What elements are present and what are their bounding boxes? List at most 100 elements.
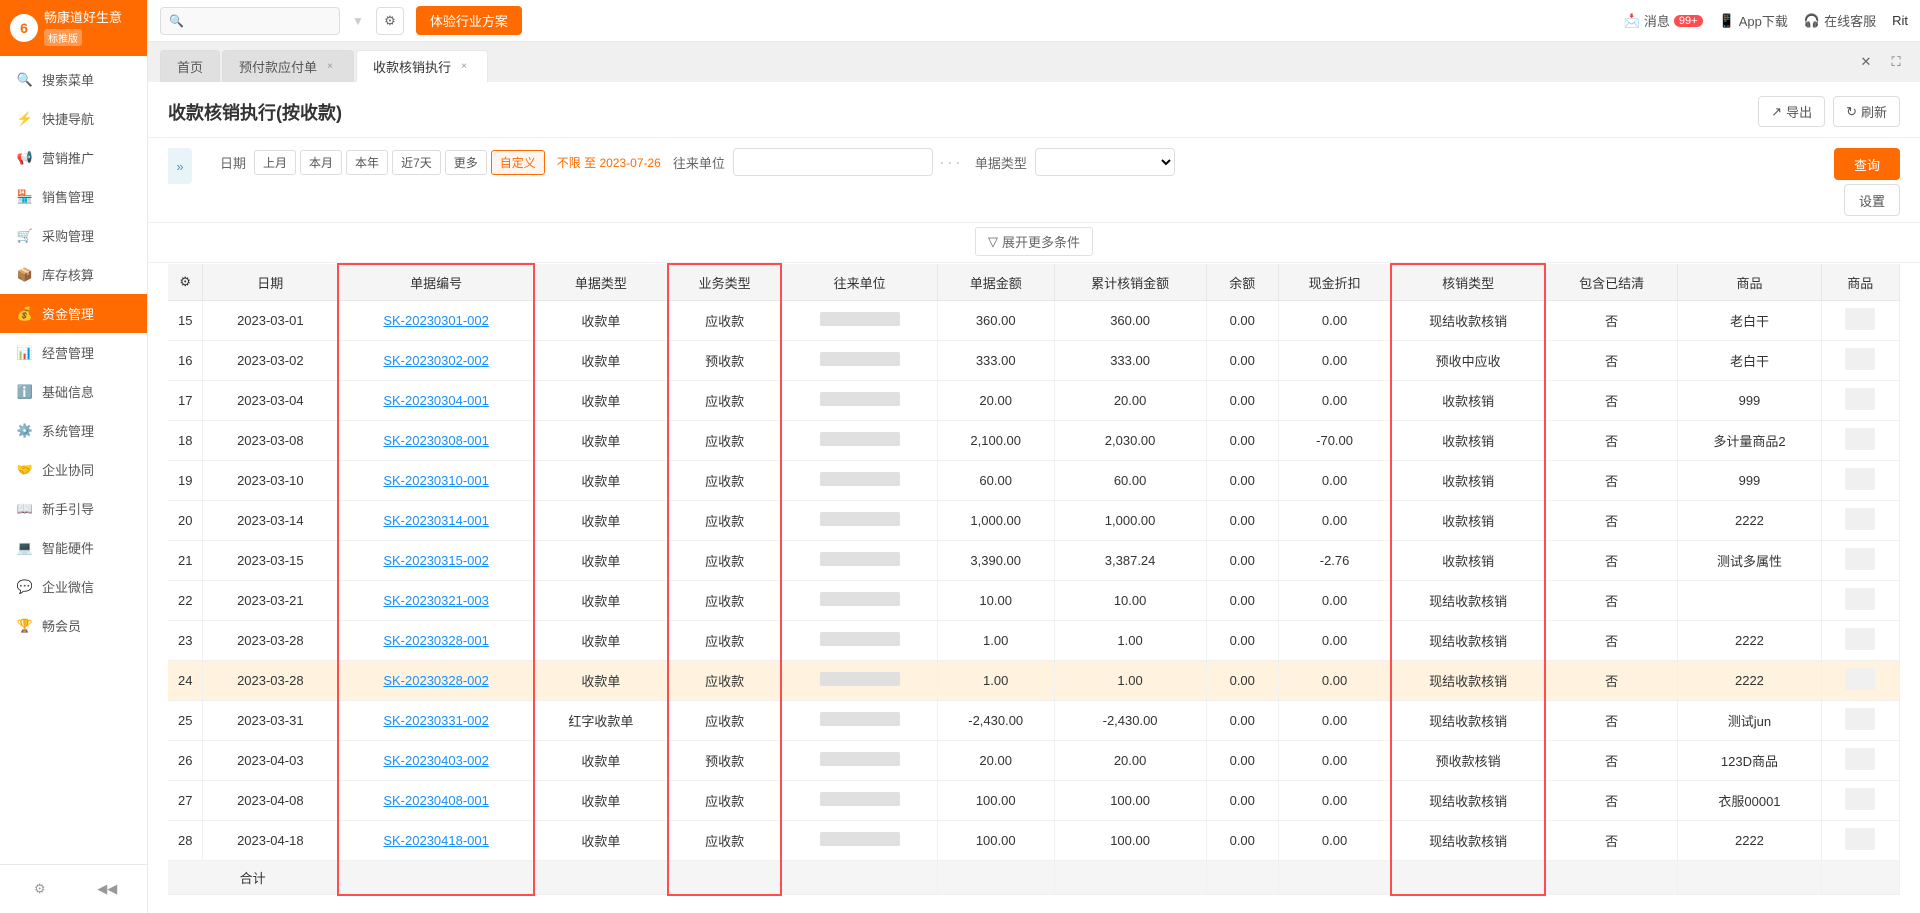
sidebar-item-wechat[interactable]: 💬 企业微信 [0,567,147,606]
sidebar-item-quick-nav[interactable]: ⚡ 快捷导航 [0,99,147,138]
cell-voucher-type: 收款单 [534,781,668,821]
cell-balance: 0.00 [1206,381,1278,421]
cell-included: 否 [1545,461,1678,501]
voucher-no-link[interactable]: SK-20230321-003 [383,593,489,608]
sidebar-item-inventory[interactable]: 📦 库存核算 [0,255,147,294]
cell-voucher-no: SK-20230310-001 [338,461,534,501]
tab-verify-close[interactable]: × [457,60,471,74]
voucher-no-link[interactable]: SK-20230314-001 [383,513,489,528]
cell-product1: 2222 [1678,821,1821,861]
tab-prepay[interactable]: 预付款应付单 × [222,50,354,82]
sidebar-item-marketing-label: 营销推广 [42,148,94,167]
cell-date: 2023-04-08 [203,781,338,821]
sidebar-item-hardware[interactable]: 💻 智能硬件 [0,528,147,567]
filter-date-custom[interactable]: 自定义 [491,150,545,175]
export-btn[interactable]: ↗ 导出 [1758,96,1825,127]
filter-date-lastmonth[interactable]: 上月 [254,150,296,175]
th-date: 日期 [203,264,338,301]
filter-date-7days[interactable]: 近7天 [392,150,441,175]
online-service-btn[interactable]: 🎧 在线客服 [1804,11,1876,30]
voucher-no-link[interactable]: SK-20230302-002 [383,353,489,368]
cell-cumulative: 10.00 [1054,581,1206,621]
user-avatar[interactable]: Rit [1892,13,1908,28]
cell-product1: 多计量商品2 [1678,421,1821,461]
filter-settings-btn[interactable]: 设置 [1844,184,1900,216]
cell-product2 [1821,701,1899,741]
cell-amount: 100.00 [937,821,1054,861]
voucher-no-link[interactable]: SK-20230304-001 [383,393,489,408]
sidebar-settings-btn[interactable]: ⚙ [10,875,70,903]
sidebar-item-sales[interactable]: 🏪 销售管理 [0,177,147,216]
cell-cumulative: 60.00 [1054,461,1206,501]
sidebar-item-corp-collab[interactable]: 🤝 企业协同 [0,450,147,489]
messages-btn[interactable]: 📩 消息 99+ [1624,11,1703,30]
cell-cumulative: 100.00 [1054,821,1206,861]
topbar-search-box[interactable]: 🔍 [160,7,340,35]
sidebar-item-purchase[interactable]: 🛒 采购管理 [0,216,147,255]
cell-product2 [1821,661,1899,701]
sidebar-item-guide[interactable]: 📖 新手引导 [0,489,147,528]
cell-product1: 2222 [1678,661,1821,701]
voucher-no-link[interactable]: SK-20230301-002 [383,313,489,328]
filter-toggle-btn[interactable]: » [168,148,192,184]
partner-input[interactable] [733,148,933,176]
topbar-nav-dropdown[interactable]: ▼ [352,14,364,28]
date-label: 日期 [220,153,246,172]
tab-home[interactable]: 首页 [160,50,220,82]
voucher-no-link[interactable]: SK-20230328-002 [383,673,489,688]
th-settings[interactable]: ⚙ [168,264,203,301]
cell-no: 21 [168,541,203,581]
sidebar-item-system[interactable]: ⚙️ 系统管理 [0,411,147,450]
sidebar-item-finance[interactable]: 💰 资金管理 [0,294,147,333]
cell-date: 2023-03-10 [203,461,338,501]
cell-discount: 0.00 [1278,661,1391,701]
cell-verify-type: 收款核销 [1391,381,1545,421]
refresh-btn[interactable]: ↻ 刷新 [1833,96,1900,127]
industry-solution-btn[interactable]: 体验行业方案 [416,6,522,35]
query-btn[interactable]: 查询 [1834,148,1900,180]
voucher-no-link[interactable]: SK-20230403-002 [383,753,489,768]
cell-product2 [1821,421,1899,461]
voucher-no-link[interactable]: SK-20230408-001 [383,793,489,808]
th-voucher-type: 单据类型 [534,264,668,301]
sidebar-item-operations[interactable]: 📊 经营管理 [0,333,147,372]
sidebar-item-basic-info[interactable]: ℹ️ 基础信息 [0,372,147,411]
app-download-btn[interactable]: 📱 App下载 [1719,11,1788,30]
total-voucher-no [338,861,534,895]
sidebar-item-search[interactable]: 🔍 搜索菜单 [0,60,147,99]
cell-voucher-type: 收款单 [534,501,668,541]
expand-conditions-btn[interactable]: ▽ 展开更多条件 [975,227,1093,256]
filter-date-thismonth[interactable]: 本月 [300,150,342,175]
voucher-no-link[interactable]: SK-20230308-001 [383,433,489,448]
cell-voucher-type: 收款单 [534,821,668,861]
voucher-no-link[interactable]: SK-20230331-002 [383,713,489,728]
table-row: 19 2023-03-10 SK-20230310-001 收款单 应收款 60… [168,461,1900,501]
close-tab-btn[interactable]: ✕ [1854,50,1878,74]
total-biz-type [668,861,782,895]
cell-cumulative: 3,387.24 [1054,541,1206,581]
voucher-no-link[interactable]: SK-20230310-001 [383,473,489,488]
maximize-tab-btn[interactable]: ⛶ [1884,50,1908,74]
topbar-gear-btn[interactable]: ⚙ [376,7,404,35]
tab-verify[interactable]: 收款核销执行 × [356,50,488,82]
table-container[interactable]: ⚙ 日期 单据编号 单据类型 业务类型 往来单位 单据金额 累计核销金额 余额 … [148,263,1920,913]
topbar-search-input[interactable] [188,14,331,28]
app-badge: 标推版 [44,29,82,46]
table-row: 18 2023-03-08 SK-20230308-001 收款单 应收款 2,… [168,421,1900,461]
total-amount [937,861,1054,895]
sidebar-item-marketing[interactable]: 📢 营销推广 [0,138,147,177]
table-row: 15 2023-03-01 SK-20230301-002 收款单 应收款 36… [168,301,1900,341]
filter-date-more[interactable]: 更多 [445,150,487,175]
voucher-no-link[interactable]: SK-20230328-001 [383,633,489,648]
voucher-no-link[interactable]: SK-20230315-002 [383,553,489,568]
tab-prepay-close[interactable]: × [323,60,337,74]
sidebar-collapse-btn[interactable]: ◀◀ [78,875,138,903]
cell-partner [781,541,937,581]
cell-product2 [1821,341,1899,381]
voucher-type-select[interactable] [1035,148,1175,176]
sidebar-item-member[interactable]: 🏆 畅会员 [0,606,147,645]
filter-date-thisyear[interactable]: 本年 [346,150,388,175]
cell-included: 否 [1545,301,1678,341]
cell-verify-type: 现结收款核销 [1391,781,1545,821]
voucher-no-link[interactable]: SK-20230418-001 [383,833,489,848]
